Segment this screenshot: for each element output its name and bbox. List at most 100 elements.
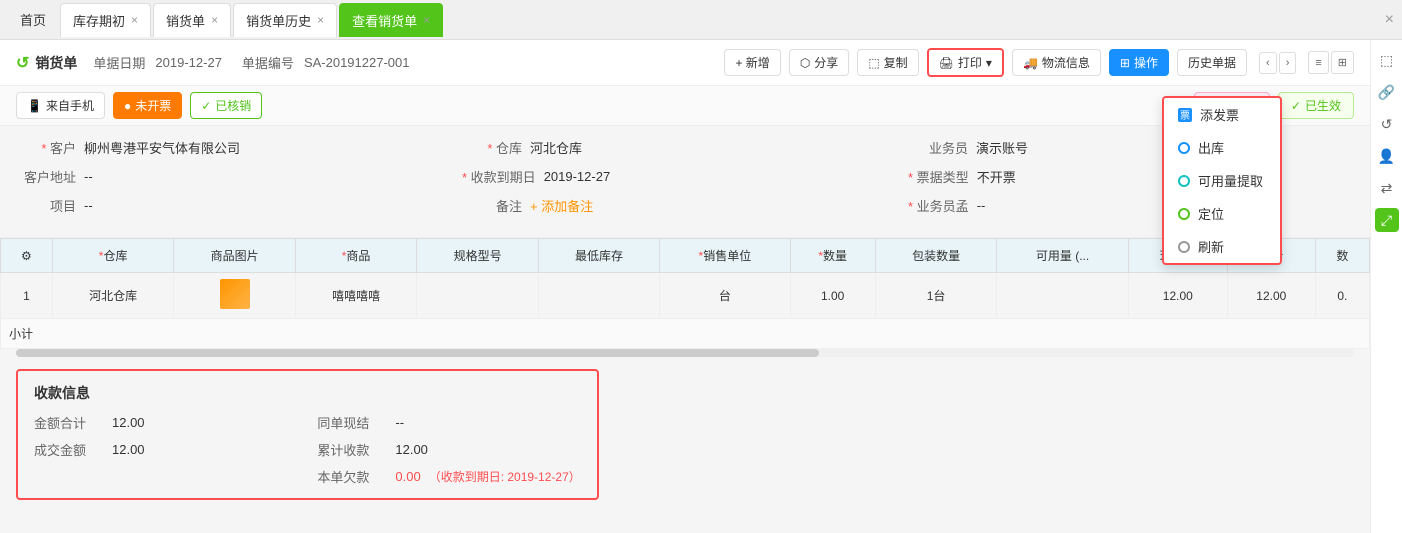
address-label: 客户地址 [16,167,76,186]
add-invoice-icon: 票 [1178,108,1192,122]
tab-view-sales-close[interactable]: × [423,13,430,27]
history-button[interactable]: 历史单据 [1177,49,1247,76]
accumulated-row: 累计收款 12.00 [317,440,580,459]
document-meta: 单据日期 2019-12-27 单据编号 SA-20191227-001 [93,53,409,72]
table-row: 1 河北仓库 嘻嘻嘻嘻 台 1.00 1台 12.00 12.00 [1,273,1370,319]
remark-label: 备注 [462,196,522,215]
warehouse-field: 仓库 河北仓库 [462,138,908,157]
add-remark-button[interactable]: + 添加备注 [530,196,593,215]
bottom-area: 收款信息 金额合计 12.00 同单现结 -- 成交金额 12.00 [0,357,1370,512]
tab-sales-order[interactable]: 销货单 × [153,3,231,37]
date-label-group: 单据日期 2019-12-27 [93,53,222,72]
tab-sales-order-close[interactable]: × [211,13,218,27]
sidebar-expand-icon[interactable]: ⤢ [1375,208,1399,232]
refresh-item[interactable]: 刷新 [1164,230,1280,263]
add-invoice-item[interactable]: 票 添发票 [1164,98,1280,131]
col-warehouse: *仓库 [52,239,173,273]
tab-sales-history[interactable]: 销货单历史 × [233,3,337,37]
current-debt-value: 0.00 [395,469,420,484]
locate-item[interactable]: 定位 [1164,197,1280,230]
tab-inventory-init[interactable]: 库存期初 × [60,3,151,37]
share-button[interactable]: ⬡ 分享 [789,49,850,76]
staff-value: 演示账号 [976,138,1028,157]
col-product-img: 商品图片 [174,239,295,273]
history-label: 历史单据 [1188,54,1236,71]
scrollbar-thumb[interactable] [16,349,819,357]
list-view-button[interactable]: ≡ [1308,51,1328,74]
document-title-area: ↺ 销货单 [16,53,77,73]
summary-box: 收款信息 金额合计 12.00 同单现结 -- 成交金额 12.00 [16,369,599,500]
logistics-icon: 🚚 [1023,56,1038,70]
tab-inventory-init-label: 库存期初 [73,11,125,30]
outbound-item[interactable]: 出库 [1164,131,1280,164]
tab-bar: 首页 库存期初 × 销货单 × 销货单历史 × 查看销货单 × × [0,0,1402,40]
operations-dropdown: 票 添发票 出库 可用量提取 定位 刷新 [1162,96,1282,265]
grid-view-button[interactable]: ⊞ [1331,51,1354,74]
accumulated-value: 12.00 [395,442,428,457]
prev-button[interactable]: ‹ [1259,52,1277,74]
print-label: 打印 [958,54,982,71]
sidebar-user-icon[interactable]: 👤 [1375,144,1399,168]
remark-field: 备注 + 添加备注 [462,196,908,215]
accumulated-label: 累计收款 [317,440,387,459]
current-debt-label: 本单欠款 [317,467,387,486]
refresh-label: 刷新 [1198,237,1224,256]
share-icon: ⬡ [800,56,810,70]
number-value: SA-20191227-001 [304,55,410,70]
copy-button[interactable]: ⬚ 复制 [857,49,918,76]
outbound-icon [1178,142,1190,154]
date-label: 单据日期 [93,53,145,72]
sidebar-link-icon[interactable]: 🔗 [1375,80,1399,104]
col-spec: 规格型号 [417,239,538,273]
customer-value: 柳州粤港平安气体有限公司 [84,138,240,157]
add-invoice-label: 添发票 [1200,105,1239,124]
table-scrollbar[interactable] [16,349,1354,357]
tab-view-sales-label: 查看销货单 [352,11,417,30]
salesman-value: -- [977,198,986,213]
row-spec [417,273,538,319]
due-date-field: 收款到期日 2019-12-27 [462,167,908,186]
tab-home-label: 首页 [20,13,46,28]
close-window-button[interactable]: × [1385,11,1394,29]
refresh-item-icon [1178,241,1190,253]
row-unit-price: 12.00 [1227,273,1315,319]
col-product: *商品 [295,239,416,273]
sidebar-copy-icon[interactable]: ⬚ [1375,48,1399,72]
tab-inventory-init-close[interactable]: × [131,13,138,27]
new-button[interactable]: + 新增 [724,49,780,76]
available-take-item[interactable]: 可用量提取 [1164,164,1280,197]
warehouse-value: 河北仓库 [530,138,582,157]
from-phone-button[interactable]: 📱 来自手机 [16,92,105,119]
logistics-button[interactable]: 🚚 物流信息 [1012,49,1101,76]
operations-icon: ⊞ [1120,56,1130,70]
date-value: 2019-12-27 [155,55,222,70]
locate-label: 定位 [1198,204,1224,223]
operations-button[interactable]: ⊞ 操作 [1109,49,1169,76]
locate-icon [1178,208,1190,220]
document-header: ↺ 销货单 单据日期 2019-12-27 单据编号 SA-20191227-0… [0,40,1370,86]
print-button[interactable]: 🖨 打印 ▾ [927,48,1004,77]
col-package-qty: 包装数量 [875,239,996,273]
next-button[interactable]: › [1279,52,1297,74]
print-icon: 🖨 [939,56,954,70]
due-date-value: 2019-12-27 [544,169,611,184]
row-package-qty: 1台 [875,273,996,319]
share-label: 分享 [814,54,838,71]
row-available [997,273,1128,319]
ticket-type-label: 票据类型 [908,167,969,186]
total-amount-label: 金额合计 [34,413,104,432]
sidebar-exchange-icon[interactable]: ⇄ [1375,176,1399,200]
not-opened-button[interactable]: ● 未开票 [113,92,182,119]
sidebar-refresh-icon[interactable]: ↺ [1375,112,1399,136]
summary-grid: 金额合计 12.00 同单现结 -- 成交金额 12.00 累计收款 12.00 [34,413,581,486]
tab-view-sales[interactable]: 查看销货单 × [339,3,443,37]
transaction-value: 12.00 [112,442,145,457]
confirm-button[interactable]: ✓ 已核销 [190,92,262,119]
tab-sales-history-close[interactable]: × [317,13,324,27]
not-opened-label: 未开票 [135,97,171,114]
transaction-row: 成交金额 12.00 [34,440,297,459]
tab-home[interactable]: 首页 [8,4,58,35]
copy-doc-icon: ⬚ [868,56,879,70]
project-field: 项目 -- [16,196,462,215]
ticket-type-value: 不开票 [977,167,1016,186]
